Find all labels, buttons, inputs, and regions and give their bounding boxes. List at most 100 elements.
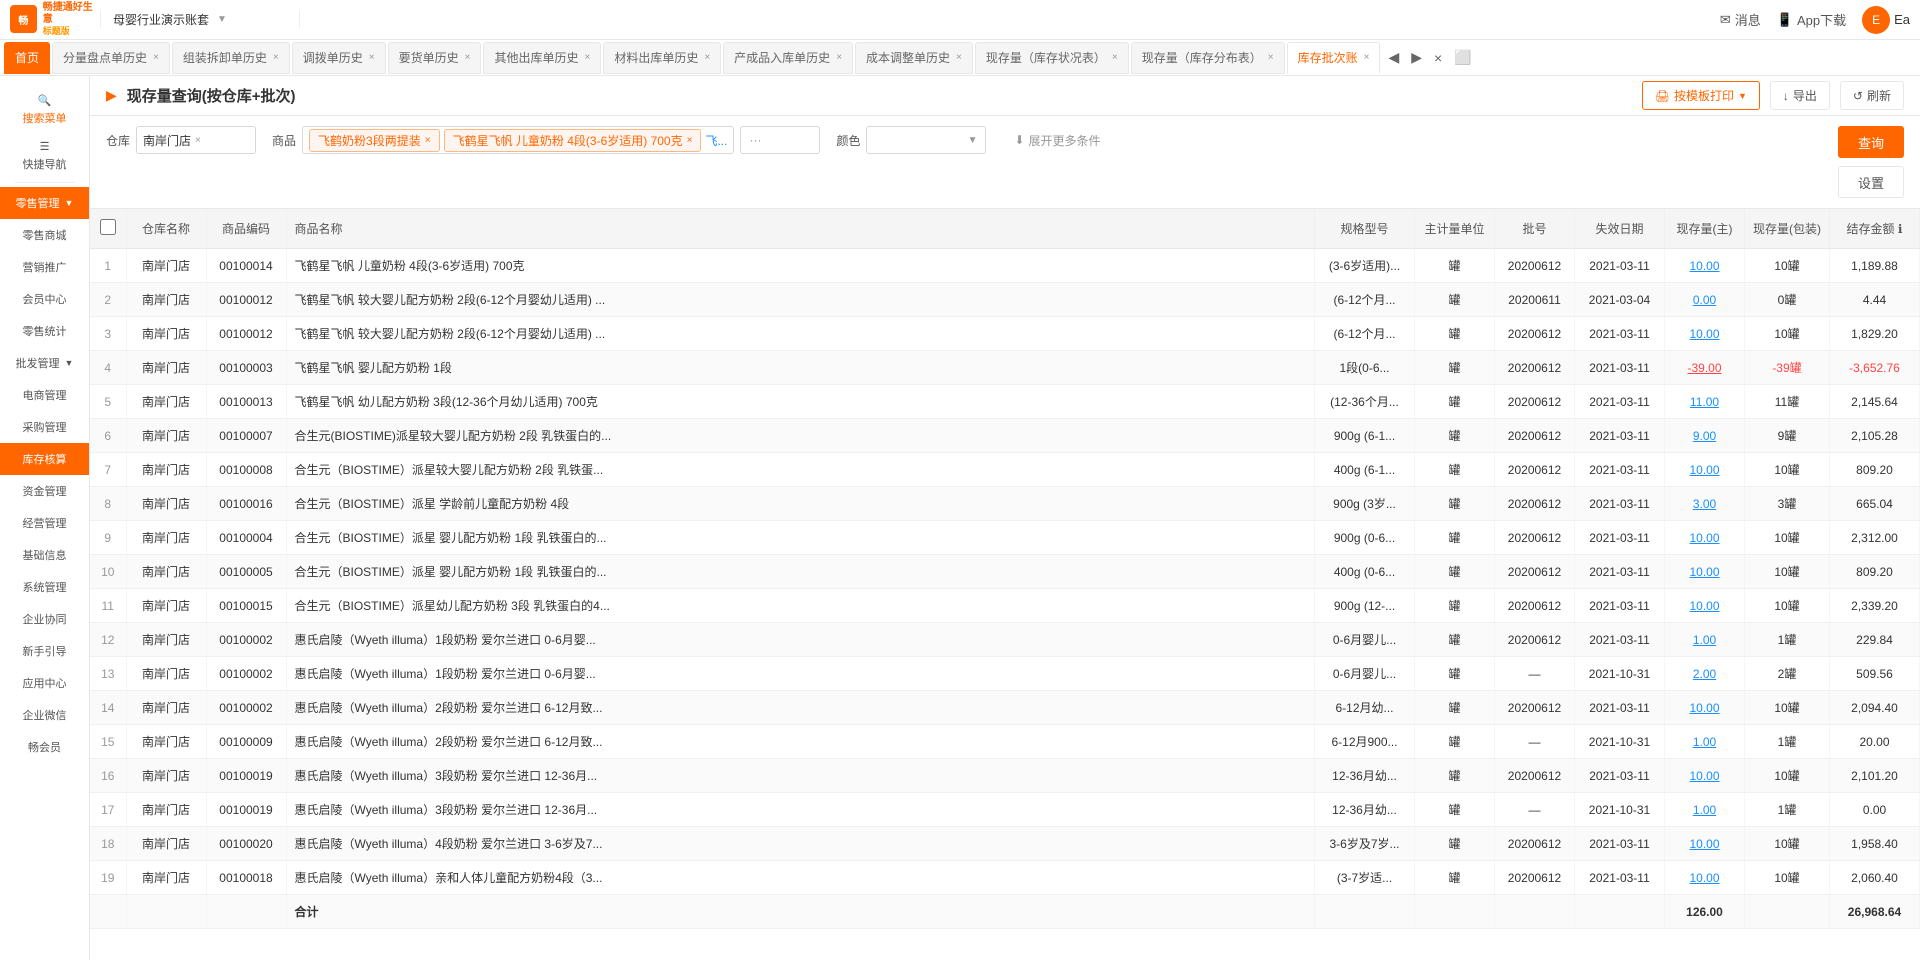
filter-actions: 查询 设置 bbox=[1838, 126, 1904, 198]
product-more-tag[interactable]: 飞... bbox=[705, 132, 727, 149]
table-row: 8 南岸门店 00100016 合生元（BIOSTIME）派星 学龄前儿童配方奶… bbox=[90, 487, 1920, 521]
product-tag-close-2[interactable]: × bbox=[687, 135, 693, 146]
sidebar: 🔍 搜索菜单 ☰ 快捷导航 零售管理 ▼ 零售商城 营销推广 会员中心 零售统计… bbox=[0, 76, 90, 960]
tab-close-icon[interactable]: × bbox=[956, 52, 962, 63]
sidebar-item-purchase[interactable]: 采购管理 bbox=[0, 411, 89, 443]
sidebar-item-wholesale[interactable]: 批发管理 ▼ bbox=[0, 347, 89, 379]
sidebar-item-members[interactable]: 会员中心 bbox=[0, 283, 89, 315]
tab-fenliangpandian[interactable]: 分量盘点单历史 × bbox=[52, 42, 170, 74]
product-tag-close-1[interactable]: × bbox=[425, 135, 431, 146]
tab-qitachuku[interactable]: 其他出库单历史 × bbox=[483, 42, 601, 74]
sidebar-item-wechat[interactable]: 企业微信 bbox=[0, 699, 89, 731]
sidebar-item-new-guide[interactable]: 新手引导 bbox=[0, 635, 89, 667]
sidebar-item-ecommerce[interactable]: 电商管理 bbox=[0, 379, 89, 411]
th-stock-main: 现存量(主) bbox=[1665, 209, 1745, 249]
sidebar-item-system[interactable]: 系统管理 bbox=[0, 571, 89, 603]
tab-close-icon[interactable]: × bbox=[273, 52, 279, 63]
tab-close-all-btn[interactable]: × bbox=[1428, 50, 1448, 66]
tab-cailiao[interactable]: 材料出库单历史 × bbox=[603, 42, 721, 74]
logo-text: 畅捷通好生意 标题版 bbox=[43, 2, 100, 37]
page-header: ▶ 现存量查询(按仓库+批次) 🖨 按模板打印 ▼ ↓ 导出 ↺ 刷新 bbox=[90, 76, 1920, 116]
page-title: 现存量查询(按仓库+批次) bbox=[127, 85, 296, 106]
tab-next-btn[interactable]: ▶ bbox=[1405, 49, 1428, 66]
sidebar-item-finance[interactable]: 资金管理 bbox=[0, 475, 89, 507]
th-warehouse: 仓库名称 bbox=[126, 209, 206, 249]
tab-home[interactable]: 首页 bbox=[4, 42, 50, 74]
sidebar-item-retail-stats[interactable]: 零售统计 bbox=[0, 315, 89, 347]
product-input[interactable]: 飞鹤奶粉3段两提装× 飞鹤星飞帆 儿童奶粉 4段(3-6岁适用) 700克× 飞… bbox=[302, 126, 734, 154]
expand-more-btn[interactable]: ⬇ 展开更多条件 bbox=[1002, 128, 1112, 153]
product-tag-1: 飞鹤奶粉3段两提装× bbox=[309, 129, 440, 152]
warehouse-tag-close-icon[interactable]: × bbox=[195, 135, 201, 146]
th-checkbox bbox=[90, 209, 126, 249]
tab-xiancunliang2[interactable]: 现存量（库存分布表） × bbox=[1131, 42, 1285, 74]
app-download-btn[interactable]: 📱 App下载 bbox=[1777, 10, 1846, 29]
product-more-btn[interactable]: ··· bbox=[740, 126, 820, 154]
sidebar-toggle-btn[interactable]: ▶ bbox=[106, 87, 117, 104]
tab-close-icon[interactable]: × bbox=[704, 52, 710, 63]
table-area: 仓库名称 商品编码 商品名称 规格型号 主计量单位 批号 失效日期 现存量(主)… bbox=[90, 209, 1920, 960]
table-row: 16 南岸门店 00100019 惠氏启陵（Wyeth illuma）3段奶粉 … bbox=[90, 759, 1920, 793]
sidebar-item-basic-info[interactable]: 基础信息 bbox=[0, 539, 89, 571]
table-row: 12 南岸门店 00100002 惠氏启陵（Wyeth illuma）1段奶粉 … bbox=[90, 623, 1920, 657]
tab-close-icon[interactable]: × bbox=[1112, 52, 1118, 63]
tab-close-icon[interactable]: × bbox=[836, 52, 842, 63]
sidebar-search[interactable]: 🔍 搜索菜单 bbox=[0, 86, 89, 134]
product-filter: 商品 飞鹤奶粉3段两提装× 飞鹤星飞帆 儿童奶粉 4段(3-6岁适用) 700克… bbox=[272, 126, 820, 154]
ecommerce-label: 电商管理 bbox=[23, 387, 67, 403]
sidebar-item-inventory[interactable]: 库存核算 bbox=[0, 443, 89, 475]
tab-close-icon[interactable]: × bbox=[465, 52, 471, 63]
warehouse-input[interactable]: 南岸门店 × bbox=[136, 126, 256, 154]
wechat-label: 企业微信 bbox=[23, 707, 67, 723]
tab-xiancunliang1[interactable]: 现存量（库存状况表） × bbox=[975, 42, 1129, 74]
warehouse-tag: 南岸门店 bbox=[143, 132, 191, 149]
sidebar-divider bbox=[15, 182, 75, 183]
color-select[interactable]: ▼ bbox=[866, 126, 986, 154]
main-layout: 🔍 搜索菜单 ☰ 快捷导航 零售管理 ▼ 零售商城 营销推广 会员中心 零售统计… bbox=[0, 76, 1920, 960]
summary-row: 合计 126.00 26,968.64 bbox=[90, 895, 1920, 929]
account-dropdown[interactable]: 母婴行业演示账套 ▼ bbox=[100, 11, 300, 28]
sidebar-item-marketing[interactable]: 营销推广 bbox=[0, 251, 89, 283]
table-row: 1 南岸门店 00100014 飞鹤星飞帆 儿童奶粉 4段(3-6岁适用) 70… bbox=[90, 249, 1920, 283]
summary-stock-main: 126.00 bbox=[1665, 895, 1745, 929]
tab-close-icon[interactable]: × bbox=[153, 52, 159, 63]
table-row: 5 南岸门店 00100013 飞鹤星飞帆 幼儿配方奶粉 3段(12-36个月幼… bbox=[90, 385, 1920, 419]
tab-close-icon[interactable]: × bbox=[584, 52, 590, 63]
tab-close-icon[interactable]: × bbox=[1364, 52, 1370, 63]
tab-chengbentiaoz[interactable]: 成本调整单历史 × bbox=[855, 42, 973, 74]
tab-close-icon[interactable]: × bbox=[369, 52, 375, 63]
sidebar-item-member-service[interactable]: 畅会员 bbox=[0, 731, 89, 763]
select-all-checkbox[interactable] bbox=[100, 219, 116, 235]
user-profile[interactable]: E Ea bbox=[1862, 6, 1910, 34]
tab-kucunpici[interactable]: 库存批次账 × bbox=[1287, 42, 1381, 74]
sidebar-expand-icon2: ▼ bbox=[65, 358, 74, 368]
table-row: 10 南岸门店 00100005 合生元（BIOSTIME）派星 婴儿配方奶粉 … bbox=[90, 555, 1920, 589]
query-btn[interactable]: 查询 bbox=[1838, 126, 1904, 158]
tab-chancheng[interactable]: 产成品入库单历史 × bbox=[723, 42, 853, 74]
table-header-row: 仓库名称 商品编码 商品名称 规格型号 主计量单位 批号 失效日期 现存量(主)… bbox=[90, 209, 1920, 249]
tab-diaobodanls[interactable]: 调拨单历史 × bbox=[292, 42, 386, 74]
color-dropdown-icon: ▼ bbox=[968, 135, 978, 146]
tab-zuzhuang[interactable]: 组装拆卸单历史 × bbox=[172, 42, 290, 74]
sidebar-item-retail-shop[interactable]: 零售商城 bbox=[0, 219, 89, 251]
sidebar-item-operations[interactable]: 经营管理 bbox=[0, 507, 89, 539]
th-name: 商品名称 bbox=[286, 209, 1315, 249]
tab-maximize-btn[interactable]: ⬜ bbox=[1448, 49, 1477, 66]
sidebar-item-corp-collab[interactable]: 企业协同 bbox=[0, 603, 89, 635]
refresh-btn[interactable]: ↺ 刷新 bbox=[1840, 81, 1904, 110]
th-batch: 批号 bbox=[1495, 209, 1575, 249]
message-btn[interactable]: ✉ 消息 bbox=[1720, 10, 1761, 29]
sidebar-item-retail-mgmt[interactable]: 零售管理 ▼ bbox=[0, 187, 89, 219]
template-print-btn[interactable]: 🖨 按模板打印 ▼ bbox=[1642, 81, 1760, 110]
th-unit: 主计量单位 bbox=[1415, 209, 1495, 249]
tab-yaohuo[interactable]: 要货单历史 × bbox=[388, 42, 482, 74]
setting-btn[interactable]: 设置 bbox=[1838, 166, 1904, 198]
sidebar-quick-nav[interactable]: ☰ 快捷导航 bbox=[0, 134, 89, 178]
tab-prev-btn[interactable]: ◀ bbox=[1382, 49, 1405, 66]
filter-section: 仓库 南岸门店 × 商品 飞鹤奶粉3段两提装× 飞鹤星飞帆 儿童奶粉 4段(3-… bbox=[106, 126, 1904, 198]
sidebar-item-app-center[interactable]: 应用中心 bbox=[0, 667, 89, 699]
tab-close-icon[interactable]: × bbox=[1268, 52, 1274, 63]
table-row: 7 南岸门店 00100008 合生元（BIOSTIME）派星较大婴儿配方奶粉 … bbox=[90, 453, 1920, 487]
product-filter-label: 商品 bbox=[272, 132, 296, 149]
export-btn[interactable]: ↓ 导出 bbox=[1770, 81, 1830, 110]
